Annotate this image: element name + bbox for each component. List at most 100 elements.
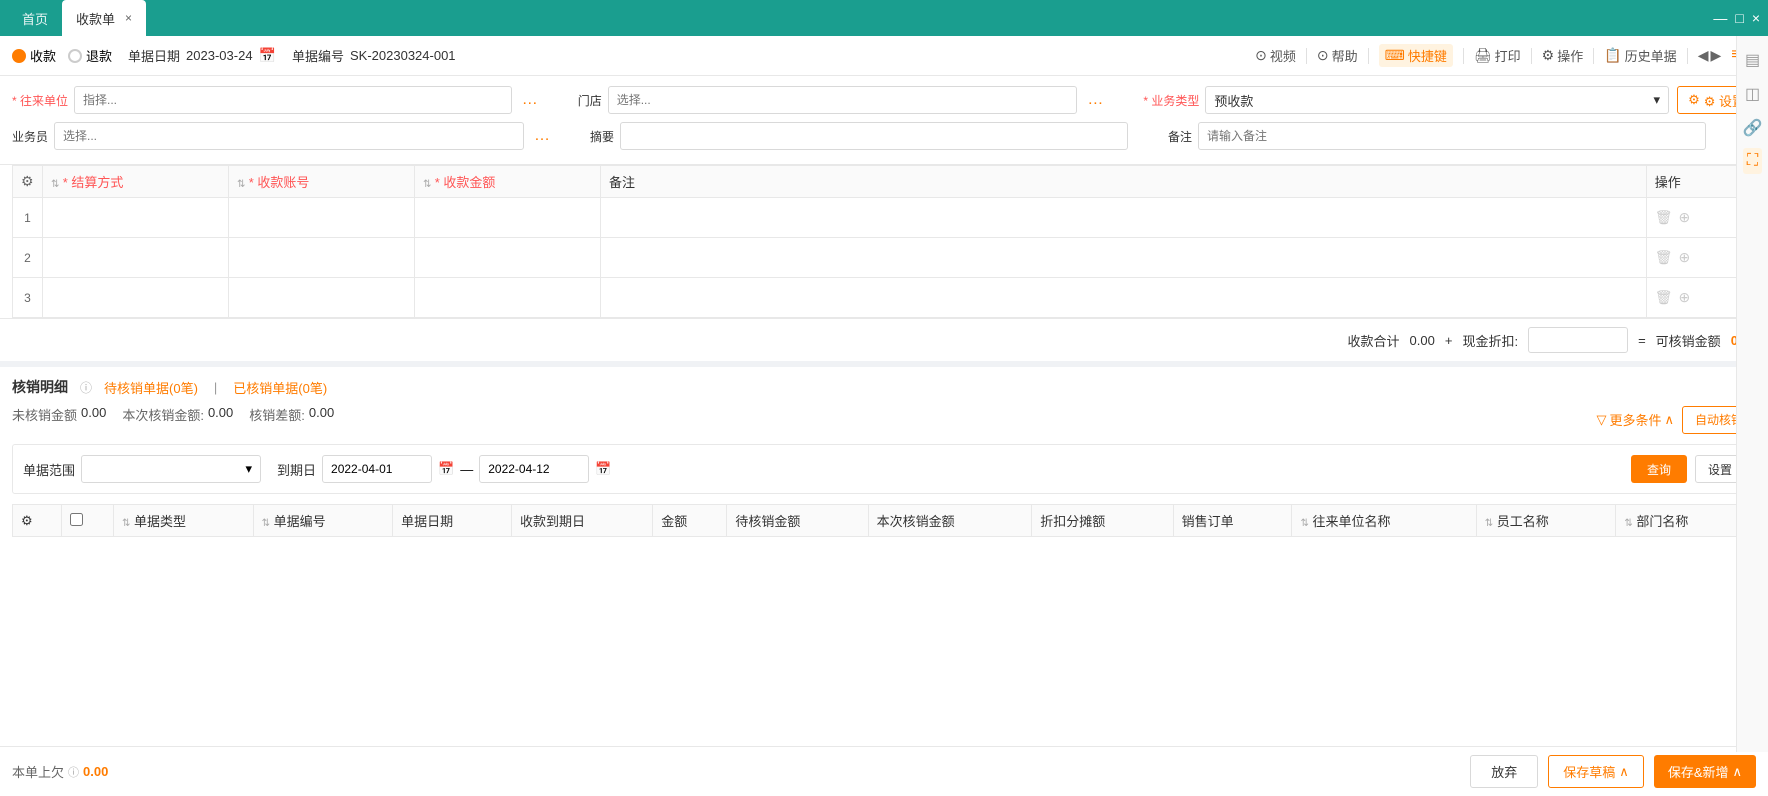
- settlement-cell-3[interactable]: [43, 278, 229, 318]
- equals-sign: =: [1638, 333, 1646, 348]
- calendar-icon[interactable]: 📅: [259, 47, 276, 64]
- col-settlement-header: ⇅ * 结算方式: [43, 166, 229, 198]
- copy-icon-3[interactable]: ⊕: [1679, 289, 1691, 306]
- number-field-group: 单据编号 SK-20230324-001: [292, 46, 456, 65]
- settlement-cell-2[interactable]: [43, 238, 229, 278]
- shop-label: 门店: [578, 92, 602, 109]
- delete-icon-1[interactable]: 🗑: [1655, 209, 1673, 226]
- sidebar-icon-3[interactable]: 🔗: [1739, 114, 1767, 142]
- form-area: * 往来单位 … 门店 … * 业务类型 预收款 ▾: [0, 76, 1768, 165]
- vcol-pending: 待核销金额: [727, 505, 868, 537]
- radio-receipt[interactable]: 收款: [12, 46, 56, 65]
- delete-icon-2[interactable]: 🗑: [1655, 249, 1673, 266]
- select-all-checkbox[interactable]: [70, 513, 83, 526]
- help-btn[interactable]: ⊙ 帮助: [1317, 46, 1358, 65]
- vcol-checkbox[interactable]: [62, 505, 114, 537]
- form-row-1: * 往来单位 … 门店 … * 业务类型 预收款 ▾: [12, 86, 1756, 114]
- copy-icon-2[interactable]: ⊕: [1679, 249, 1691, 266]
- shortcut-btn-label: 快捷键: [1408, 46, 1447, 65]
- nav-left-icon[interactable]: ◀: [1698, 47, 1709, 64]
- remark-input[interactable]: [1198, 122, 1706, 150]
- sidebar-icon-1[interactable]: ▤: [1741, 46, 1764, 74]
- nav-right-icon[interactable]: ▶: [1710, 47, 1721, 64]
- print-btn[interactable]: 🖨 打印: [1474, 46, 1521, 65]
- minimize-icon[interactable]: —: [1713, 10, 1727, 26]
- radio-refund[interactable]: 退款: [68, 46, 112, 65]
- business-type-select[interactable]: 预收款 ▾: [1205, 86, 1669, 114]
- done-tab-label: 已核销单据(0笔): [233, 381, 327, 396]
- vcol-number: ⇅ 单据编号: [253, 505, 393, 537]
- uncancelled-stat: 未核销金额 0.00: [12, 405, 106, 424]
- tab-home[interactable]: 首页: [8, 0, 62, 36]
- maximize-icon[interactable]: □: [1735, 10, 1743, 26]
- counterpart-input[interactable]: [74, 86, 512, 114]
- date-from-input[interactable]: [322, 455, 432, 483]
- date-value[interactable]: 2023-03-24: [186, 48, 253, 63]
- remark-cell-1[interactable]: [600, 198, 1646, 238]
- amount-cell-2[interactable]: [414, 238, 600, 278]
- remark-cell-2[interactable]: [600, 238, 1646, 278]
- save-new-btn[interactable]: 保存&新增 ∧: [1654, 755, 1756, 788]
- calendar-from-icon[interactable]: 📅: [438, 461, 454, 477]
- draft-btn[interactable]: 保存草稿 ∧: [1548, 755, 1644, 788]
- summary-input[interactable]: [620, 122, 1128, 150]
- calendar-to-icon[interactable]: 📅: [595, 461, 611, 477]
- summary-row: 收款合计 0.00 + 现金折扣: = 可核销金额 0.00: [0, 318, 1768, 361]
- query-btn[interactable]: 查询: [1631, 455, 1687, 483]
- range-select[interactable]: ▾: [81, 455, 261, 483]
- print-icon: 🖨: [1474, 47, 1492, 64]
- chevron-down-icon: ▾: [1654, 92, 1661, 108]
- sort-icon: ⇅: [262, 518, 270, 529]
- tab-receipt[interactable]: 收款单 ×: [62, 0, 146, 36]
- discount-input[interactable]: [1528, 327, 1628, 353]
- nav-arrows: ◀ ▶: [1698, 47, 1722, 64]
- more-conditions-btn[interactable]: ▽ 更多条件 ∧: [1596, 410, 1674, 429]
- info-icon[interactable]: ⓘ: [68, 764, 79, 780]
- close-icon[interactable]: ×: [1752, 10, 1760, 26]
- shop-more-icon[interactable]: …: [1087, 91, 1103, 109]
- sidebar-icon-2[interactable]: ◫: [1741, 80, 1764, 108]
- shortcut-btn[interactable]: ⌨ 快捷键: [1379, 44, 1453, 67]
- discard-btn[interactable]: 放弃: [1470, 755, 1538, 788]
- draft-chevron-icon: ∧: [1619, 764, 1629, 780]
- date-to-input[interactable]: [479, 455, 589, 483]
- copy-icon-1[interactable]: ⊕: [1679, 209, 1691, 226]
- divider2: [1368, 48, 1369, 64]
- sidebar-icon-4[interactable]: ⛶: [1743, 148, 1762, 174]
- tab-close-icon[interactable]: ×: [125, 11, 132, 25]
- date-range: 📅 — 📅: [322, 455, 611, 483]
- number-label: 单据编号: [292, 46, 344, 65]
- prev-value: 0.00: [83, 764, 108, 779]
- table-row: 3 🗑 ⊕: [13, 278, 1756, 318]
- counterpart-more-icon[interactable]: …: [522, 91, 538, 109]
- row-num-3: 3: [13, 278, 43, 318]
- amount-cell-3[interactable]: [414, 278, 600, 318]
- divider5: [1593, 48, 1594, 64]
- remark-cell-3[interactable]: [600, 278, 1646, 318]
- shop-input[interactable]: [608, 86, 1078, 114]
- col-action-label: 操作: [1655, 175, 1681, 190]
- tab-bar: 首页 收款单 × — □ ×: [0, 0, 1768, 36]
- account-cell-2[interactable]: [228, 238, 414, 278]
- vcol-settings[interactable]: ⚙: [13, 505, 62, 537]
- delete-icon-3[interactable]: 🗑: [1655, 289, 1673, 306]
- info-icon[interactable]: ⓘ: [80, 379, 92, 396]
- operation-btn[interactable]: ⚙ 操作: [1542, 46, 1584, 65]
- pending-tab[interactable]: 待核销单据(0笔): [104, 378, 198, 397]
- col-settings-header[interactable]: ⚙: [13, 166, 43, 198]
- filter-actions: 查询 设置: [1631, 455, 1745, 483]
- done-tab[interactable]: 已核销单据(0笔): [233, 378, 327, 397]
- staff-input[interactable]: [54, 122, 524, 150]
- vcol-type-label: 单据类型: [134, 514, 186, 529]
- settlement-cell-1[interactable]: [43, 198, 229, 238]
- draft-btn-label: 保存草稿: [1563, 762, 1615, 781]
- staff-more-icon[interactable]: …: [534, 127, 550, 145]
- amount-cell-1[interactable]: [414, 198, 600, 238]
- account-cell-3[interactable]: [228, 278, 414, 318]
- date-label: 单据日期: [128, 46, 180, 65]
- video-btn[interactable]: ⊙ 视频: [1255, 46, 1296, 65]
- history-btn[interactable]: 📋 历史单据: [1604, 46, 1676, 65]
- help-icon: ⊙: [1317, 47, 1329, 64]
- account-cell-1[interactable]: [228, 198, 414, 238]
- number-value[interactable]: SK-20230324-001: [350, 48, 456, 63]
